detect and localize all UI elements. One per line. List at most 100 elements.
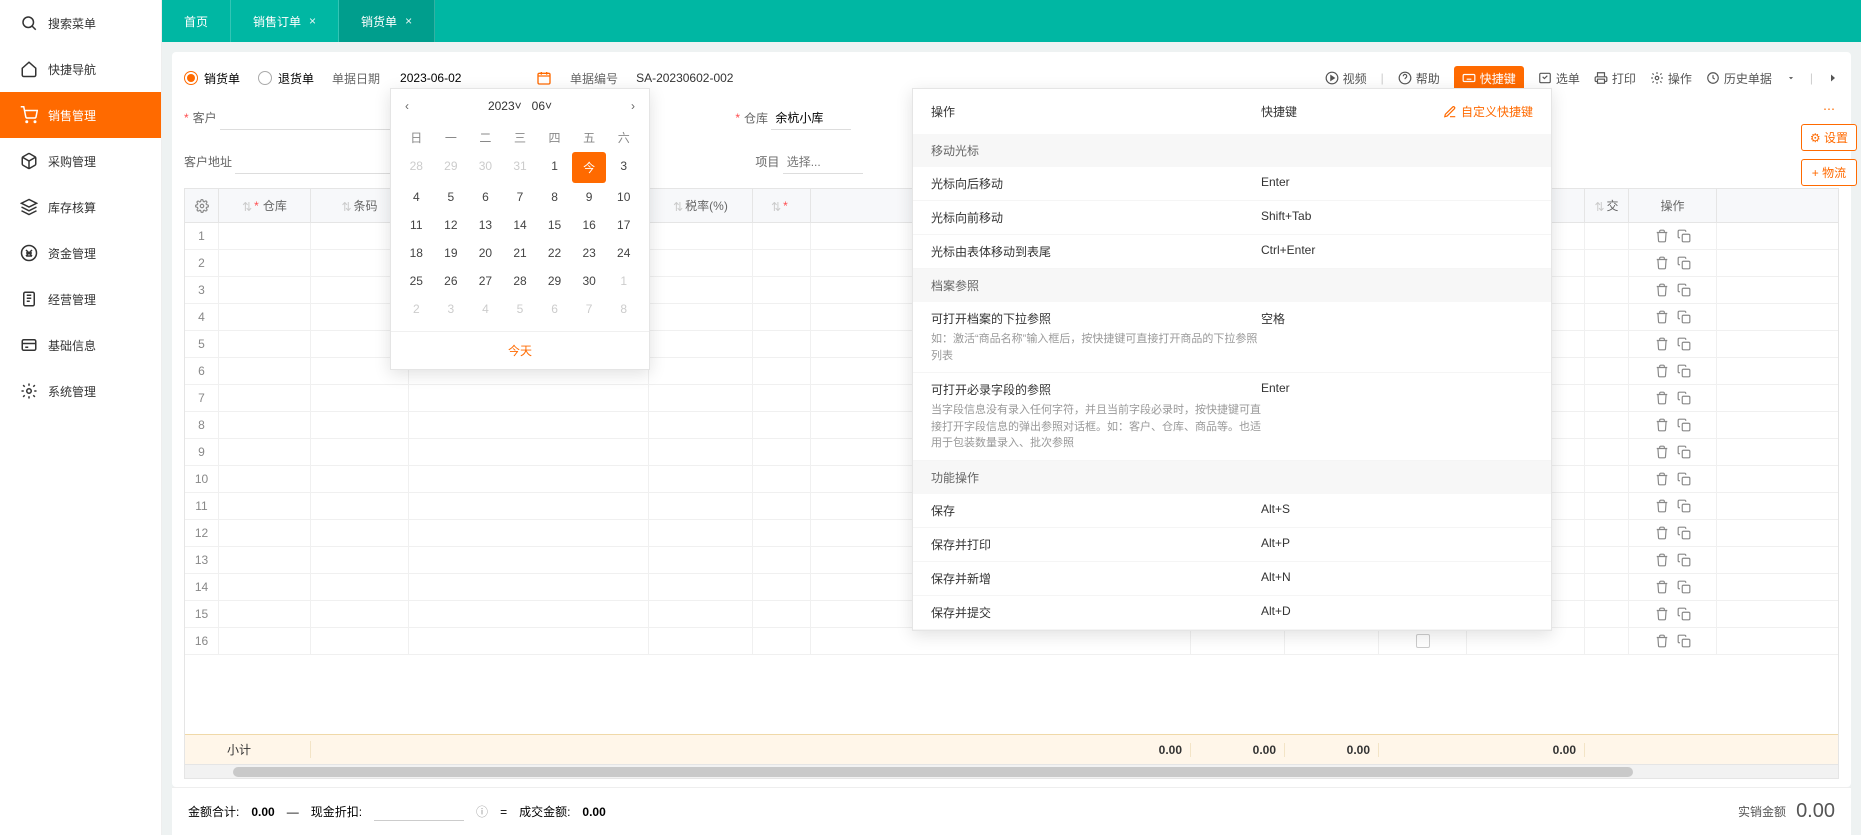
calendar-day[interactable]: 今 xyxy=(572,152,607,183)
delete-icon[interactable] xyxy=(1655,580,1669,594)
delete-icon[interactable] xyxy=(1655,418,1669,432)
delete-icon[interactable] xyxy=(1655,256,1669,270)
copy-icon[interactable] xyxy=(1677,526,1691,540)
delete-icon[interactable] xyxy=(1655,634,1669,648)
copy-icon[interactable] xyxy=(1677,634,1691,648)
calendar-day[interactable]: 23 xyxy=(572,239,607,267)
toolbar-help[interactable]: 帮助 xyxy=(1398,70,1440,87)
calendar-day[interactable]: 30 xyxy=(572,267,607,295)
calendar-next-icon[interactable]: › xyxy=(631,99,635,113)
sidebar-item-8[interactable]: 系统管理 xyxy=(0,368,161,414)
table-row[interactable]: 16 xyxy=(185,628,1838,655)
sidebar-item-1[interactable]: 快捷导航 xyxy=(0,46,161,92)
copy-icon[interactable] xyxy=(1677,499,1691,513)
calendar-day[interactable]: 28 xyxy=(503,267,538,295)
sidebar-item-5[interactable]: 资金管理 xyxy=(0,230,161,276)
calendar-day[interactable]: 1 xyxy=(606,267,641,295)
calendar-day[interactable]: 17 xyxy=(606,211,641,239)
sidebar-item-4[interactable]: 库存核算 xyxy=(0,184,161,230)
header-delivery[interactable]: ⇅交 xyxy=(1585,189,1629,222)
delete-icon[interactable] xyxy=(1655,391,1669,405)
delete-icon[interactable] xyxy=(1655,337,1669,351)
close-icon[interactable]: × xyxy=(309,14,316,28)
calendar-day[interactable]: 6 xyxy=(537,295,572,323)
calendar-day[interactable]: 18 xyxy=(399,239,434,267)
customize-hotkey-link[interactable]: 自定义快捷键 xyxy=(1443,103,1533,120)
calendar-day[interactable]: 2 xyxy=(399,295,434,323)
copy-icon[interactable] xyxy=(1677,445,1691,459)
calendar-day[interactable]: 7 xyxy=(572,295,607,323)
delete-icon[interactable] xyxy=(1655,472,1669,486)
calendar-day[interactable]: 6 xyxy=(468,183,503,211)
delete-icon[interactable] xyxy=(1655,526,1669,540)
calendar-day[interactable]: 5 xyxy=(434,183,469,211)
calendar-day[interactable]: 29 xyxy=(537,267,572,295)
copy-icon[interactable] xyxy=(1677,472,1691,486)
delete-icon[interactable] xyxy=(1655,310,1669,324)
copy-icon[interactable] xyxy=(1677,283,1691,297)
calendar-day[interactable]: 9 xyxy=(572,183,607,211)
copy-icon[interactable] xyxy=(1677,256,1691,270)
panel-more-icon[interactable]: ⋯ xyxy=(1823,102,1835,116)
calendar-day[interactable]: 8 xyxy=(537,183,572,211)
discount-input[interactable] xyxy=(374,802,464,821)
tab-2[interactable]: 销货单× xyxy=(339,0,435,42)
logistics-button[interactable]: + 物流 xyxy=(1801,159,1857,186)
header-taxrate[interactable]: ⇅税率(%) xyxy=(649,189,753,222)
delete-icon[interactable] xyxy=(1655,364,1669,378)
toolbar-hotkey[interactable]: 快捷键 xyxy=(1454,66,1524,91)
calendar-day[interactable]: 12 xyxy=(434,211,469,239)
calendar-day[interactable]: 27 xyxy=(468,267,503,295)
calendar-icon[interactable] xyxy=(536,70,552,86)
calendar-day[interactable]: 3 xyxy=(434,295,469,323)
calendar-month[interactable]: 06˅ xyxy=(532,99,552,113)
sidebar-item-6[interactable]: 经营管理 xyxy=(0,276,161,322)
date-input[interactable] xyxy=(398,67,518,90)
copy-icon[interactable] xyxy=(1677,310,1691,324)
copy-icon[interactable] xyxy=(1677,418,1691,432)
delete-icon[interactable] xyxy=(1655,607,1669,621)
settings-button[interactable]: ⚙ 设置 xyxy=(1801,124,1857,151)
toolbar-print[interactable]: 打印 xyxy=(1594,70,1636,87)
calendar-day[interactable]: 20 xyxy=(468,239,503,267)
copy-icon[interactable] xyxy=(1677,391,1691,405)
horizontal-scrollbar[interactable] xyxy=(185,764,1838,778)
tab-1[interactable]: 销售订单× xyxy=(231,0,339,42)
toolbar-next-icon[interactable] xyxy=(1827,72,1839,84)
calendar-day[interactable]: 21 xyxy=(503,239,538,267)
toolbar-select[interactable]: 选单 xyxy=(1538,70,1580,87)
header-required[interactable]: ⇅* xyxy=(753,189,811,222)
copy-icon[interactable] xyxy=(1677,229,1691,243)
calendar-day[interactable]: 13 xyxy=(468,211,503,239)
calendar-day[interactable]: 5 xyxy=(503,295,538,323)
delete-icon[interactable] xyxy=(1655,499,1669,513)
calendar-day[interactable]: 31 xyxy=(503,152,538,183)
calendar-day[interactable]: 8 xyxy=(606,295,641,323)
header-gear[interactable] xyxy=(185,189,219,222)
calendar-day[interactable]: 24 xyxy=(606,239,641,267)
calendar-day[interactable]: 16 xyxy=(572,211,607,239)
tab-0[interactable]: 首页 xyxy=(162,0,231,42)
copy-icon[interactable] xyxy=(1677,607,1691,621)
calendar-day[interactable]: 29 xyxy=(434,152,469,183)
calendar-day[interactable]: 26 xyxy=(434,267,469,295)
calendar-day[interactable]: 15 xyxy=(537,211,572,239)
sidebar-item-2[interactable]: 销售管理 xyxy=(0,92,161,138)
calendar-day[interactable]: 14 xyxy=(503,211,538,239)
sidebar-item-0[interactable]: 搜索菜单 xyxy=(0,0,161,46)
calendar-today-link[interactable]: 今天 xyxy=(391,331,649,369)
delete-icon[interactable] xyxy=(1655,553,1669,567)
toolbar-dropdown-icon[interactable] xyxy=(1786,73,1796,83)
delete-icon[interactable] xyxy=(1655,229,1669,243)
toolbar-history[interactable]: 历史单据 xyxy=(1706,70,1772,87)
calendar-day[interactable]: 11 xyxy=(399,211,434,239)
calendar-year[interactable]: 2023˅ xyxy=(488,99,522,113)
calendar-day[interactable]: 28 xyxy=(399,152,434,183)
calendar-day[interactable]: 19 xyxy=(434,239,469,267)
warehouse-input[interactable] xyxy=(771,107,851,130)
close-icon[interactable]: × xyxy=(405,14,412,28)
header-warehouse[interactable]: ⇅*仓库 xyxy=(219,189,311,222)
calendar-day[interactable]: 22 xyxy=(537,239,572,267)
gift-checkbox[interactable] xyxy=(1416,634,1430,648)
calendar-day[interactable]: 7 xyxy=(503,183,538,211)
